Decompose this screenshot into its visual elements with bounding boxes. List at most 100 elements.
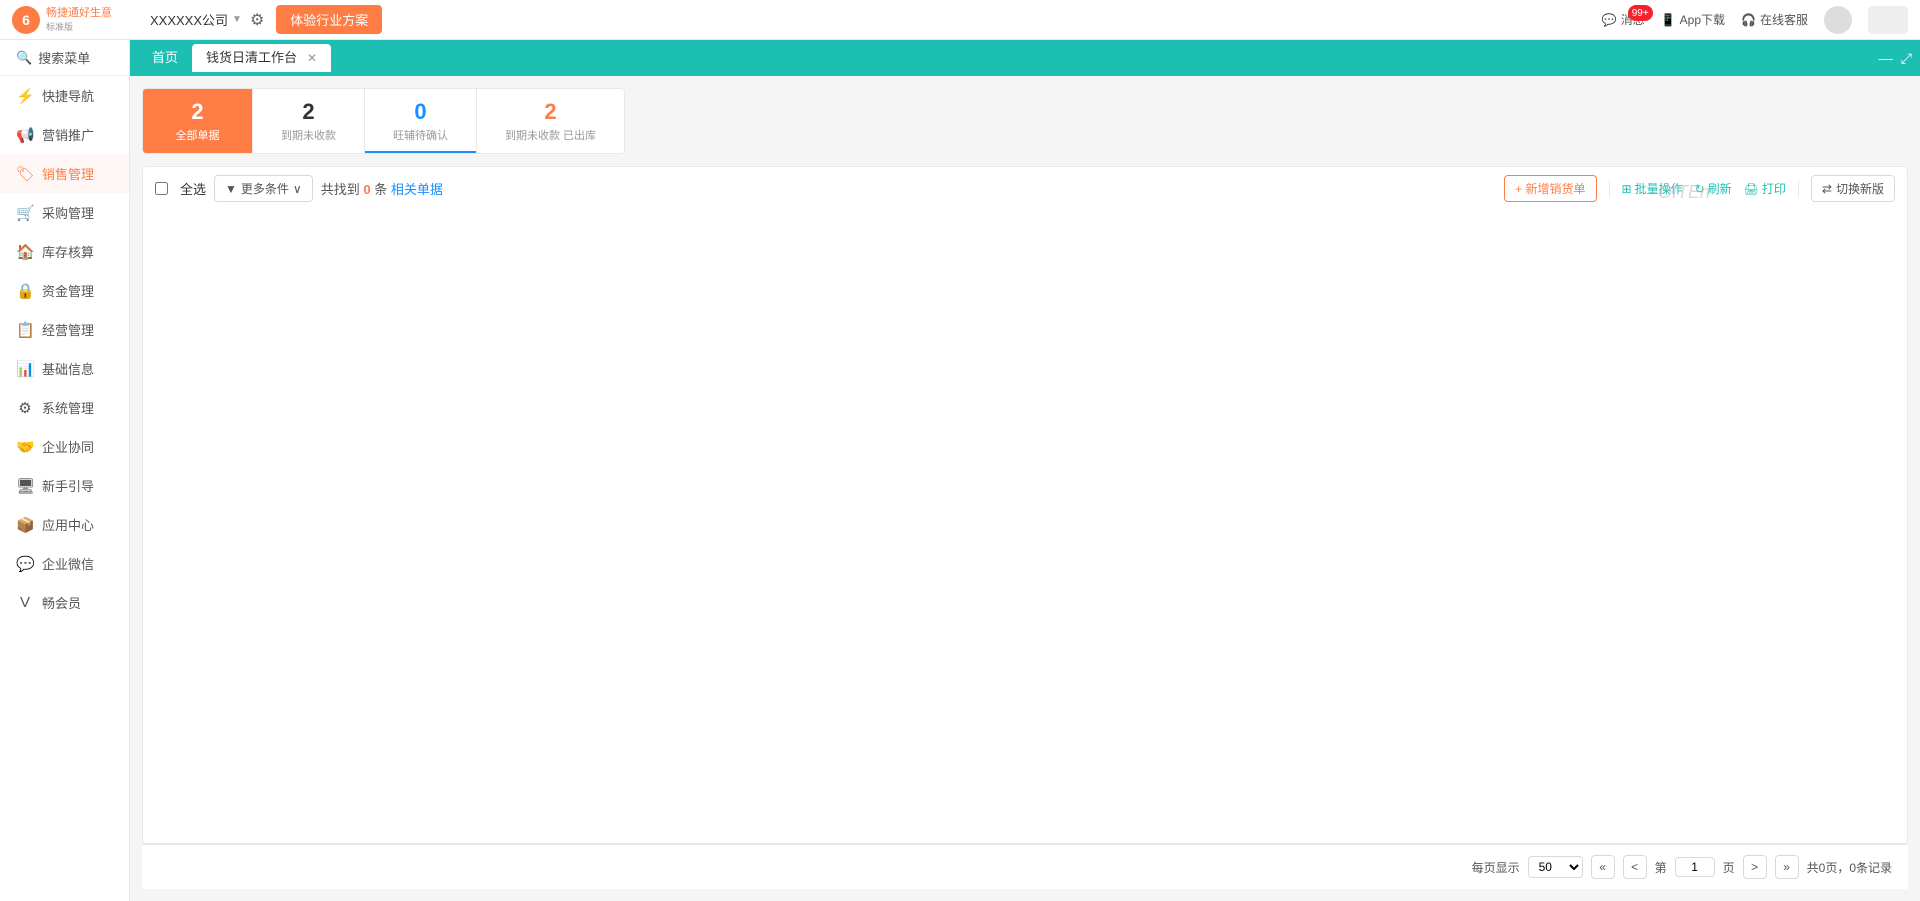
sidebar-item-system[interactable]: ⚙ 系统管理 [0,388,129,427]
company-selector[interactable]: XXXXXX公司 ▼ [150,10,242,29]
refresh-label: 刷新 [1708,180,1732,197]
add-sale-button[interactable]: + 新增销货单 [1504,175,1596,202]
avatar[interactable] [1824,6,1852,34]
toolbar: 全选 ▼ 更多条件 ∨ 共找到 0 条 相关单据 + 新增销货单 ⊞ 批量操作 [142,166,1908,210]
page-size-label: 每页显示 [1472,859,1520,876]
first-page-icon: « [1599,860,1606,874]
stat-pending-confirm-label: 旺辅待确认 [393,127,448,143]
tab-expand-icon[interactable]: ⤢ [1901,50,1912,67]
header-right: 💬 消息 99+ 📱 App下载 🎧 在线客服 [1602,6,1908,34]
page-size-select[interactable]: 50 100 200 [1528,856,1583,878]
sidebar-item-quick-nav[interactable]: ⚡ 快捷导航 [0,76,129,115]
page-label: 第 [1655,859,1667,876]
sidebar-item-sales[interactable]: 🏷 销售管理 [0,154,129,193]
stat-overdue-shipped-num: 2 [505,99,596,125]
prev-page-button[interactable]: < [1623,855,1647,879]
search-menu-label: 搜索菜单 [38,48,90,67]
base-info-icon: 📊 [16,360,34,378]
sidebar-item-operations[interactable]: 📋 经营管理 [0,310,129,349]
finance-icon: 🔒 [16,282,34,300]
app-download-label: App下载 [1680,11,1725,28]
logo-area: 6 畅捷通好生意 标准版 [12,6,142,34]
filter-arrow-icon: ∨ [293,182,302,196]
search-icon: 🔍 [16,50,32,66]
user-name-placeholder [1868,6,1908,34]
refresh-icon: ↻ [1695,182,1705,196]
print-button[interactable]: 🖨 打印 [1744,180,1786,197]
sidebar-item-guide[interactable]: 🖥 新手引导 [0,466,129,505]
filter-button[interactable]: ▼ 更多条件 ∨ [214,175,313,202]
tab-close-icon[interactable]: ✕ [307,44,317,72]
member-icon: V [16,594,34,611]
sidebar-label-weixin: 企业微信 [42,554,94,573]
sidebar-label-sales: 销售管理 [42,164,94,183]
operations-icon: 📋 [16,321,34,339]
sidebar-item-inventory[interactable]: 🏠 库存核算 [0,232,129,271]
stats-tabs: 2 全部单据 2 到期未收款 0 旺辅待确认 2 到期未收款 已出库 [142,88,625,154]
found-unit: 条 [374,182,387,197]
batch-operation-button[interactable]: ⊞ 批量操作 [1622,180,1683,197]
total-records: 共0页，0条记录 [1807,859,1892,876]
sidebar-label-purchase: 采购管理 [42,203,94,222]
sidebar-label-operations: 经营管理 [42,320,94,339]
sidebar-item-member[interactable]: V 畅会员 [0,583,129,622]
sidebar-item-finance[interactable]: 🔒 资金管理 [0,271,129,310]
sidebar-label-inventory: 库存核算 [42,242,94,261]
sales-icon: 🏷 [16,165,34,183]
logo-icon: 6 [12,6,40,34]
sidebar-item-weixin[interactable]: 💬 企业微信 [0,544,129,583]
tab-workbench[interactable]: 钱货日清工作台 ✕ [192,44,331,72]
sidebar-item-app-center[interactable]: 📦 应用中心 [0,505,129,544]
found-link[interactable]: 相关单据 [391,182,443,197]
pagination-bar: 每页显示 50 100 200 « < 第 页 > » 共0页，0条记录 [142,844,1908,889]
app-download-btn[interactable]: 📱 App下载 [1661,11,1725,28]
tab-minimize-icon[interactable]: — [1879,50,1893,67]
guide-icon: 🖥 [16,477,34,495]
sidebar-item-purchase[interactable]: 🛒 采购管理 [0,193,129,232]
select-all-checkbox[interactable] [155,182,168,195]
sidebar-label-finance: 资金管理 [42,281,94,300]
switch-icon: ⇄ [1822,182,1832,196]
prev-page-icon: < [1631,860,1638,874]
app-center-icon: 📦 [16,516,34,534]
message-btn[interactable]: 💬 消息 99+ [1602,11,1645,28]
sidebar-item-marketing[interactable]: 📢 营销推广 [0,115,129,154]
stat-tab-overdue-collect[interactable]: 2 到期未收款 [253,89,365,153]
refresh-button[interactable]: ↻ 刷新 [1695,180,1732,197]
tab-home[interactable]: 首页 [138,44,192,72]
online-service-label: 在线客服 [1760,11,1808,28]
online-service-icon: 🎧 [1741,13,1756,27]
stat-all-num: 2 [171,99,224,125]
stat-tab-all[interactable]: 2 全部单据 [143,89,253,153]
stat-tab-pending-confirm[interactable]: 0 旺辅待确认 [365,89,477,153]
page-number-input[interactable] [1675,857,1715,877]
filter-label: 更多条件 [241,180,289,197]
purchase-icon: 🛒 [16,204,34,222]
weixin-icon: 💬 [16,555,34,573]
switch-version-button[interactable]: ⇄ 切换新版 [1811,175,1895,202]
sidebar-item-base-info[interactable]: 📊 基础信息 [0,349,129,388]
first-page-button[interactable]: « [1591,855,1615,879]
system-icon: ⚙ [16,399,34,417]
top-header: 6 畅捷通好生意 标准版 XXXXXX公司 ▼ ⚙ 体验行业方案 💬 消息 99… [0,0,1920,40]
sidebar: 🔍 搜索菜单 ⚡ 快捷导航 📢 营销推广 🏷 销售管理 🛒 采购管理 🏠 库存核… [0,40,130,901]
last-page-button[interactable]: » [1775,855,1799,879]
stat-all-label: 全部单据 [171,127,224,143]
settings-icon[interactable]: ⚙ [250,10,264,30]
print-icon: 🖨 [1744,182,1759,196]
sidebar-item-enterprise[interactable]: 🤝 企业协同 [0,427,129,466]
next-page-button[interactable]: > [1743,855,1767,879]
online-service-btn[interactable]: 🎧 在线客服 [1741,11,1808,28]
app-download-icon: 📱 [1661,13,1676,27]
stat-overdue-collect-num: 2 [281,99,336,125]
print-label: 打印 [1762,180,1786,197]
trial-button[interactable]: 体验行业方案 [276,5,382,34]
stat-pending-confirm-num: 0 [393,99,448,125]
toolbar-right: + 新增销货单 ⊞ 批量操作 ↻ 刷新 🖨 打印 ⇄ 切换新版 [1504,175,1895,202]
search-menu-item[interactable]: 🔍 搜索菜单 [0,40,129,76]
content-inner: 2 全部单据 2 到期未收款 0 旺辅待确认 2 到期未收款 已出库 全选 ▼ [130,76,1920,901]
found-prefix: 共找到 [321,182,360,197]
tab-bar: 首页 钱货日清工作台 ✕ — ⤢ [130,40,1920,76]
stat-tab-overdue-shipped[interactable]: 2 到期未收款 已出库 [477,89,624,153]
stat-overdue-shipped-label: 到期未收款 已出库 [505,127,596,143]
